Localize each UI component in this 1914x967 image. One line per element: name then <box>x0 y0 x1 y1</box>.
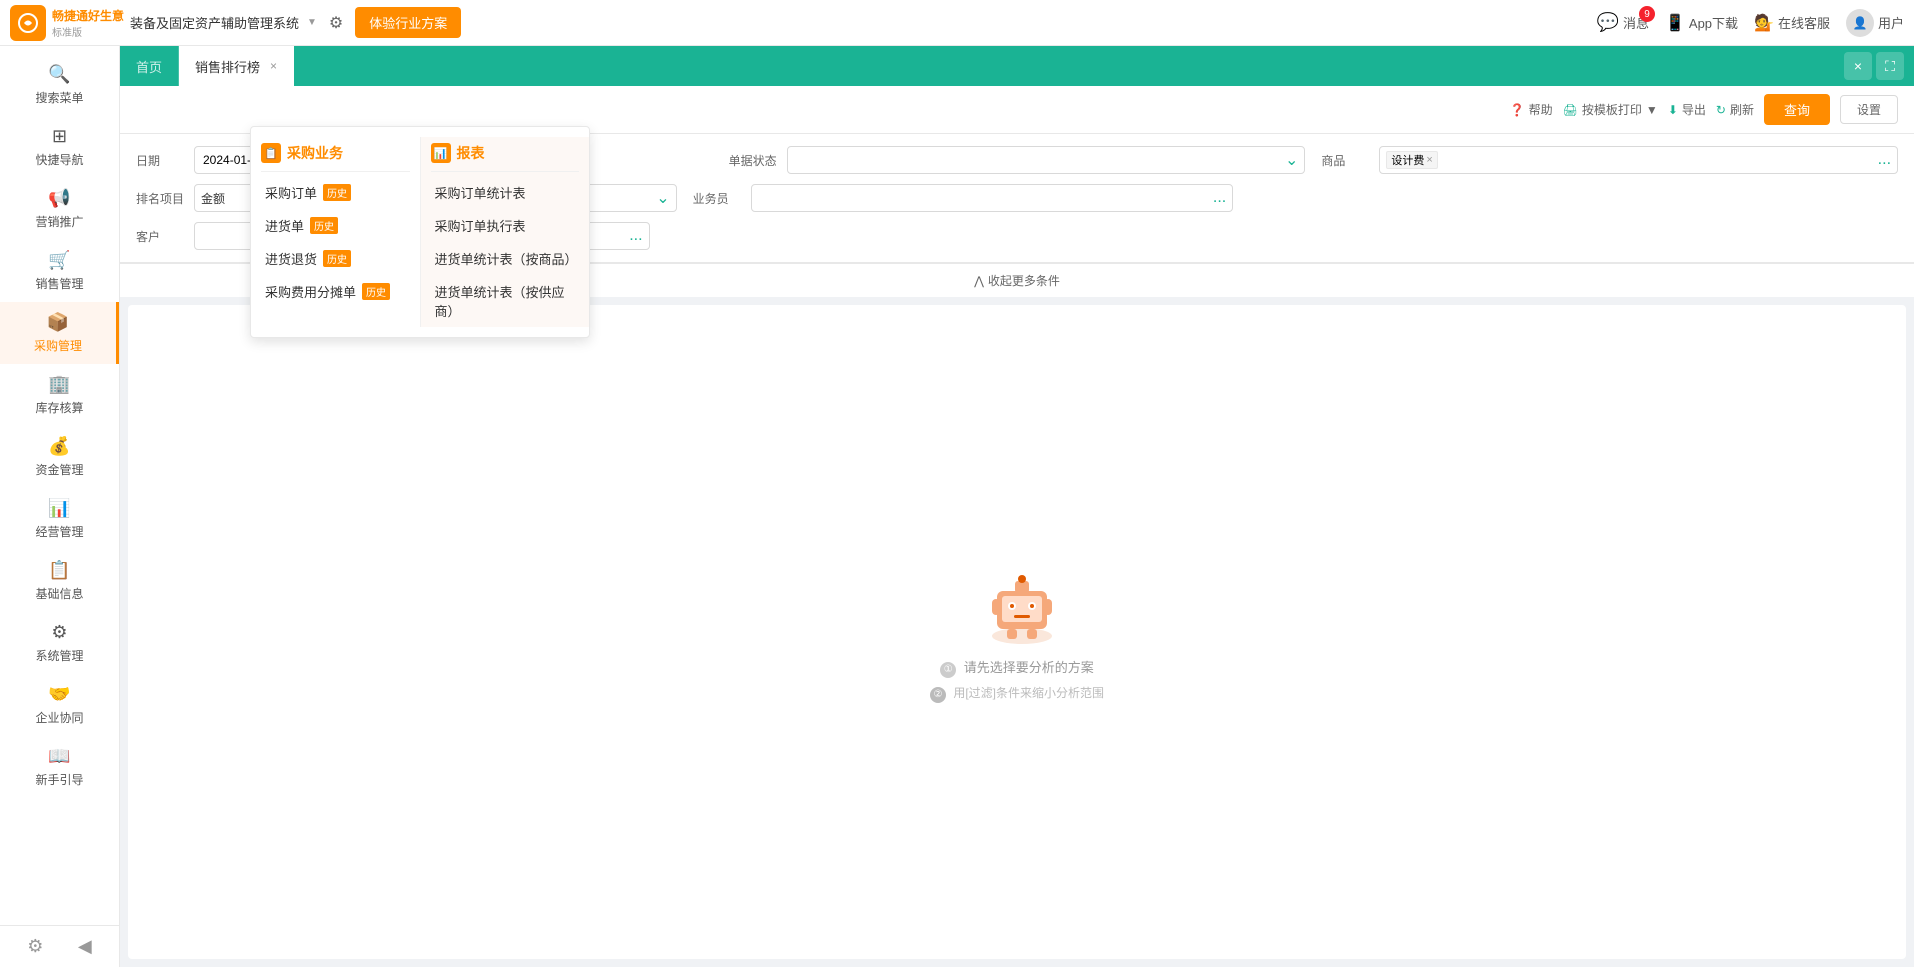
header-center: 装备及固定资产辅助管理系统 ▼ ⚙ 体验行业方案 <box>130 7 1597 38</box>
empty-tip-2: ② 用[过滤]条件来缩小分析范围 <box>930 684 1104 703</box>
sidebar-item-purchase[interactable]: 📦 采购管理 <box>0 302 119 364</box>
header-right: 💬 9 消息 📱 App下载 💁 在线客服 👤 用户 <box>1597 9 1904 37</box>
logo-icon <box>10 5 46 41</box>
sales-icon: 🛒 <box>48 250 70 271</box>
empty-tip-1: ① 请先选择要分析的方案 <box>940 657 1094 678</box>
message-btn[interactable]: 💬 9 消息 <box>1597 12 1649 33</box>
sidebar-item-operations[interactable]: 📊 经营管理 <box>0 488 119 550</box>
tab-close-window-btn[interactable]: × <box>1844 52 1872 80</box>
avatar: 👤 <box>1846 9 1874 37</box>
menu-item-purchase-order-stat[interactable]: 采购订单统计表 <box>431 176 580 209</box>
logo-text: 畅捷通好生意 标准版 <box>52 7 124 39</box>
quick-nav-icon: ⊞ <box>52 126 67 147</box>
report-col-title: 📊 报表 <box>431 137 580 172</box>
sidebar-settings-btn[interactable]: ⚙ <box>27 936 43 957</box>
collapse-up-icon: ⋀ <box>974 274 984 288</box>
purchase-col-title: 📋 采购业务 <box>261 137 410 172</box>
newbie-icon: 📖 <box>48 746 70 767</box>
help-btn[interactable]: ❓ 帮助 <box>1510 101 1553 118</box>
sidebar-item-system[interactable]: ⚙ 系统管理 <box>0 612 119 674</box>
salesperson-ellipsis[interactable]: ... <box>1213 189 1226 207</box>
tab-close-icon[interactable]: × <box>270 59 277 73</box>
goods-tag: 设计费 × <box>1386 151 1437 169</box>
menu-item-purchase-expense[interactable]: 采购费用分摊单 历史 <box>261 275 410 308</box>
filter-goods: 商品 设计费 × ... <box>1321 146 1898 174</box>
app-download-btn[interactable]: 📱 App下载 <box>1665 13 1738 33</box>
system-icon: ⚙ <box>51 622 67 643</box>
page-content: ❓ 帮助 🖨 按模板打印 ▼ ⬇ 导出 ↻ 刷新 查询 设置 <box>120 86 1914 967</box>
content-area: 首页 销售排行榜 × × ⛶ ❓ 帮助 🖨 按模板打印 <box>120 46 1914 967</box>
menu-item-purchase-order[interactable]: 采购订单 历史 <box>261 176 410 209</box>
settings-button[interactable]: 设置 <box>1840 95 1898 124</box>
print-btn[interactable]: 🖨 按模板打印 ▼ <box>1563 101 1658 118</box>
sidebar-item-marketing[interactable]: 📢 营销推广 <box>0 178 119 240</box>
online-service-btn[interactable]: 💁 在线客服 <box>1754 13 1830 33</box>
industry-btn[interactable]: 体验行业方案 <box>355 7 461 38</box>
enterprise-icon: 🤝 <box>48 684 70 705</box>
voucher-status-dropdown-icon[interactable]: ⌄ <box>1285 150 1298 170</box>
refresh-btn[interactable]: ↻ 刷新 <box>1716 101 1754 118</box>
rank-dropdown-icon[interactable]: ⌄ <box>656 188 669 208</box>
salesperson-input[interactable]: ... <box>751 184 1234 212</box>
goods-ellipsis[interactable]: ... <box>1878 151 1891 169</box>
export-btn[interactable]: ⬇ 导出 <box>1668 101 1706 118</box>
finance-icon: 💰 <box>48 436 70 457</box>
marketing-icon: 📢 <box>48 188 70 209</box>
purchase-dropdown-menu: 📋 采购业务 采购订单 历史 进货单 历史 进货退货 <box>250 126 590 338</box>
tab-sales-rank[interactable]: 销售排行榜 × <box>179 46 294 86</box>
empty-illustration <box>977 561 1057 641</box>
menu-item-purchase-order-exec[interactable]: 采购订单执行表 <box>431 209 580 242</box>
filter-voucher-status: 单据状态 ⌄ <box>729 146 1306 174</box>
sidebar-item-finance[interactable]: 💰 资金管理 <box>0 426 119 488</box>
tab-maximize-btn[interactable]: ⛶ <box>1876 52 1904 80</box>
inventory-icon: 🏢 <box>48 374 70 395</box>
sidebar-item-sales[interactable]: 🛒 销售管理 <box>0 240 119 302</box>
menu-item-inbound-stat-supplier[interactable]: 进货单统计表（按供应商） <box>431 275 580 327</box>
empty-state: ① 请先选择要分析的方案 ② 用[过滤]条件来缩小分析范围 <box>128 305 1906 959</box>
tab-bar: 首页 销售排行榜 × × ⛶ <box>120 46 1914 86</box>
print-icon: 🖨 <box>1563 103 1578 117</box>
refresh-icon: ↻ <box>1716 103 1726 117</box>
system-dropdown-arrow[interactable]: ▼ <box>307 17 317 28</box>
sidebar-item-quick-nav[interactable]: ⊞ 快捷导航 <box>0 116 119 178</box>
user-menu[interactable]: 👤 用户 <box>1846 9 1904 37</box>
sidebar-collapse-btn[interactable]: ◀ <box>78 936 92 957</box>
dropdown-col-report: 📊 报表 采购订单统计表 采购订单执行表 进货单统计表（按商品） <box>420 137 590 327</box>
sidebar-footer: ⚙ ◀ <box>0 925 119 967</box>
report-title-icon: 📊 <box>431 143 451 163</box>
purchase-title-icon: 📋 <box>261 143 281 163</box>
sidebar: 🔍 搜索菜单 ⊞ 快捷导航 📢 营销推广 🛒 销售管理 📦 采购管理 🏢 库存核… <box>0 46 120 967</box>
dropdown-col-purchase: 📋 采购业务 采购订单 历史 进货单 历史 进货退货 <box>251 137 420 327</box>
dropdown-columns: 📋 采购业务 采购订单 历史 进货单 历史 进货退货 <box>251 137 589 327</box>
sidebar-item-basic[interactable]: 📋 基础信息 <box>0 550 119 612</box>
sidebar-item-inventory[interactable]: 🏢 库存核算 <box>0 364 119 426</box>
customer-ellipsis[interactable]: ... <box>629 227 642 245</box>
tab-actions: × ⛶ <box>1844 52 1914 80</box>
top-header: 畅捷通好生意 标准版 装备及固定资产辅助管理系统 ▼ ⚙ 体验行业方案 💬 9 … <box>0 0 1914 46</box>
operations-icon: 📊 <box>48 498 70 519</box>
system-title: 装备及固定资产辅助管理系统 <box>130 13 299 32</box>
filter-salesperson: 业务员 ... <box>693 184 1234 212</box>
main-layout: 🔍 搜索菜单 ⊞ 快捷导航 📢 营销推广 🛒 销售管理 📦 采购管理 🏢 库存核… <box>0 46 1914 967</box>
logo-area: 畅捷通好生意 标准版 <box>10 5 130 41</box>
menu-item-inbound[interactable]: 进货单 历史 <box>261 209 410 242</box>
print-dropdown-icon[interactable]: ▼ <box>1646 103 1658 117</box>
tab-home[interactable]: 首页 <box>120 46 179 86</box>
goods-tag-close[interactable]: × <box>1426 154 1432 166</box>
help-icon: ❓ <box>1510 103 1525 117</box>
goods-input[interactable]: 设计费 × ... <box>1379 146 1898 174</box>
voucher-status-input[interactable]: ⌄ <box>787 146 1306 174</box>
purchase-icon: 📦 <box>47 312 69 333</box>
export-icon: ⬇ <box>1668 103 1678 117</box>
sidebar-item-newbie[interactable]: 📖 新手引导 <box>0 736 119 798</box>
menu-item-inbound-return[interactable]: 进货退货 历史 <box>261 242 410 275</box>
sidebar-item-enterprise[interactable]: 🤝 企业协同 <box>0 674 119 736</box>
system-settings-icon[interactable]: ⚙ <box>325 9 347 37</box>
search-icon: 🔍 <box>48 64 70 85</box>
query-button[interactable]: 查询 <box>1764 94 1830 125</box>
sidebar-item-search[interactable]: 🔍 搜索菜单 <box>0 54 119 116</box>
basic-icon: 📋 <box>48 560 70 581</box>
menu-item-inbound-stat-goods[interactable]: 进货单统计表（按商品） <box>431 242 580 275</box>
